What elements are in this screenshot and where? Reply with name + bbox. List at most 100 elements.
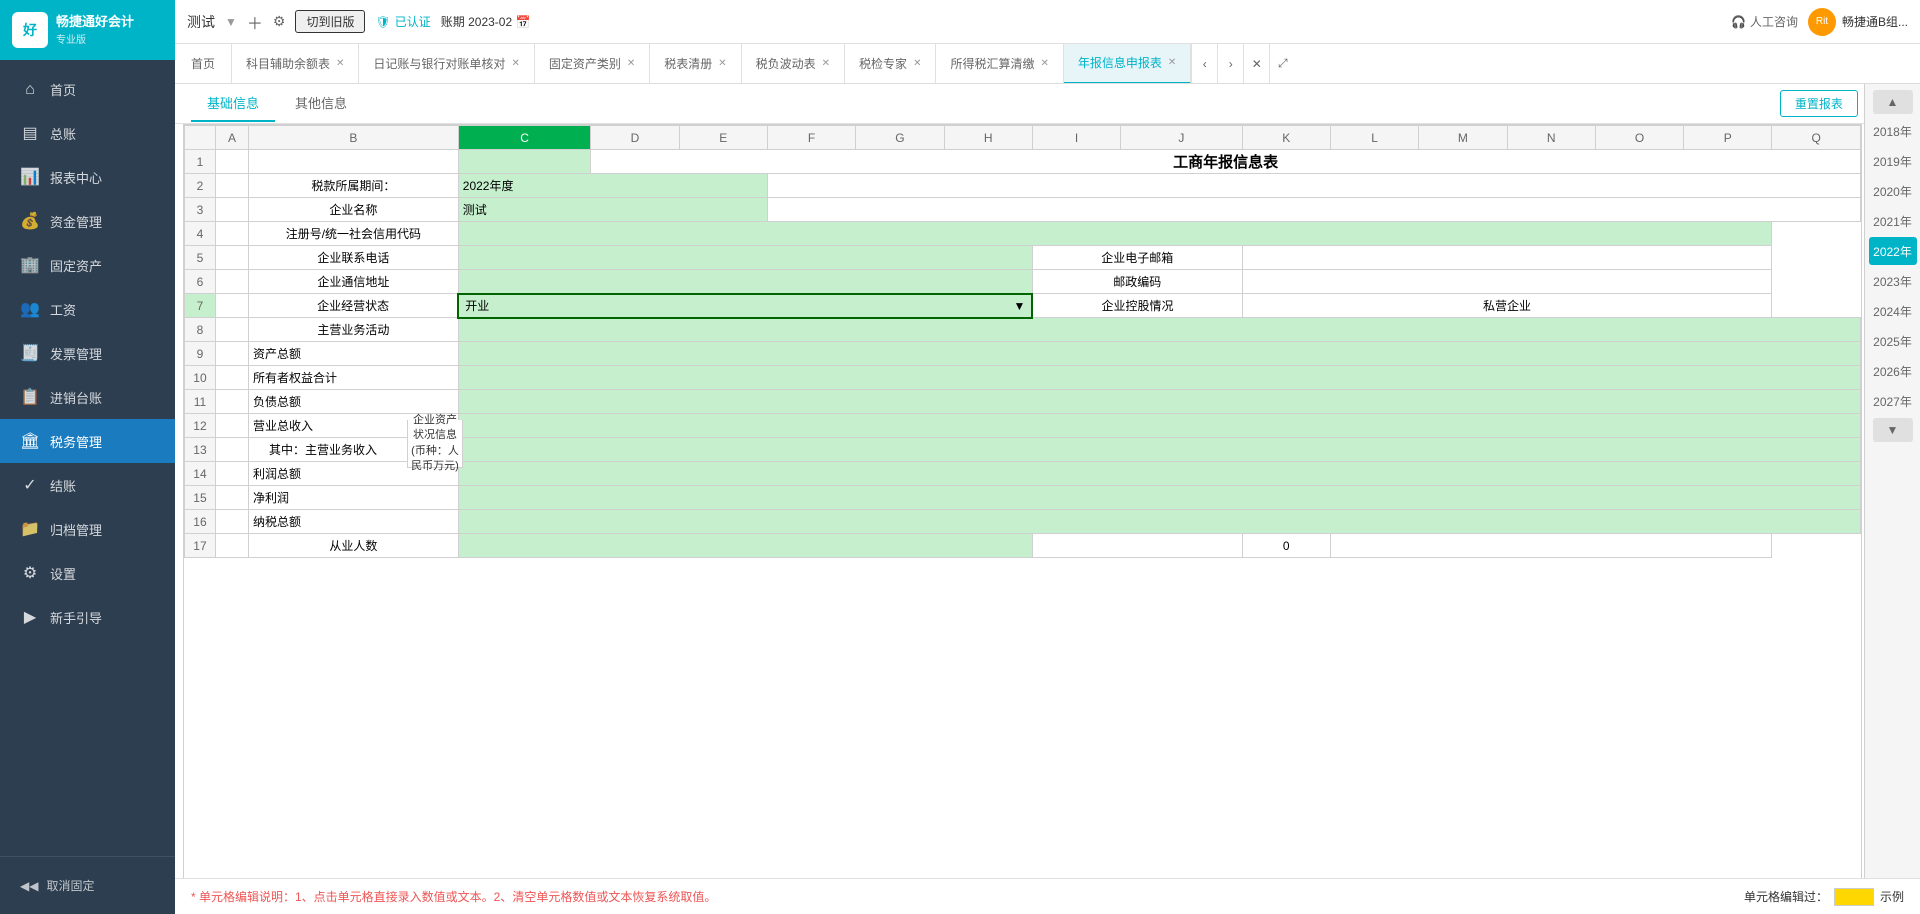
- reset-button[interactable]: 重置报表: [1780, 90, 1858, 117]
- tab-subject[interactable]: 科目辅助余额表 ✕: [232, 44, 359, 84]
- tab-prev-button[interactable]: ‹: [1191, 44, 1217, 84]
- tab-close-journal[interactable]: ✕: [511, 58, 519, 69]
- tab-annual-report[interactable]: 年报信息申报表 ✕: [1064, 44, 1191, 84]
- r17-c[interactable]: [458, 534, 1032, 558]
- year-2021[interactable]: 2021年: [1869, 207, 1917, 235]
- sidebar-item-assets[interactable]: 🏢 固定资产: [0, 243, 175, 287]
- sidebar-item-settings[interactable]: ⚙ 设置: [0, 551, 175, 595]
- bottom-bar: * 单元格编辑说明：1、点击单元格直接录入数值或文本。2、清空单元格数值或文本恢…: [175, 878, 1920, 914]
- tab-tax-list[interactable]: 税表清册 ✕: [650, 44, 741, 84]
- tab-tax-wave[interactable]: 税负波动表 ✕: [742, 44, 845, 84]
- spreadsheet-container[interactable]: A B C D E F G H I J K L M: [183, 124, 1862, 900]
- table-row: 9 资产总额: [185, 342, 1861, 366]
- r6-k[interactable]: [1242, 270, 1772, 294]
- tab-close-subject[interactable]: ✕: [336, 58, 344, 69]
- r2-c[interactable]: 2022年度: [458, 174, 767, 198]
- tab-expand-button[interactable]: ⤢: [1269, 44, 1295, 84]
- col-p-header: P: [1684, 126, 1772, 150]
- r6-a: [215, 270, 248, 294]
- dropdown-arrow-icon[interactable]: ▼: [1013, 299, 1025, 313]
- corner-cell: [185, 126, 216, 150]
- r3-c[interactable]: 测试: [458, 198, 767, 222]
- sub-tab-basic[interactable]: 基础信息: [191, 85, 275, 122]
- sidebar-item-home[interactable]: ⌂ 首页: [0, 68, 175, 111]
- row-8-num: 8: [185, 318, 216, 342]
- year-2023[interactable]: 2023年: [1869, 267, 1917, 295]
- sidebar-item-ledger[interactable]: ▤ 总账: [0, 111, 175, 155]
- r13-c[interactable]: [458, 438, 1860, 462]
- r5-c[interactable]: [458, 246, 1032, 270]
- r7-k[interactable]: 私营企业: [1242, 294, 1772, 318]
- sidebar-item-stock[interactable]: 📋 进销台账: [0, 375, 175, 419]
- year-2022[interactable]: 2022年: [1869, 237, 1917, 265]
- r12-c[interactable]: [458, 414, 1860, 438]
- r3-b: 企业名称: [249, 198, 459, 222]
- year-2018[interactable]: 2018年: [1869, 124, 1917, 145]
- tab-next-button[interactable]: ›: [1217, 44, 1243, 84]
- row-14-num: 14: [185, 462, 216, 486]
- tabbar: 首页 科目辅助余额表 ✕ 日记账与银行对账单核对 ✕ 固定资产类别 ✕ 税表清册…: [175, 44, 1920, 84]
- tab-income-tax[interactable]: 所得税汇算清缴 ✕: [936, 44, 1063, 84]
- sidebar-item-invoice[interactable]: 🧾 发票管理: [0, 331, 175, 375]
- tab-close-income-tax[interactable]: ✕: [1040, 58, 1048, 69]
- service-button[interactable]: 🎧 人工咨询: [1731, 13, 1798, 30]
- user-menu[interactable]: Rit 畅捷通B组...: [1808, 8, 1908, 36]
- year-2026[interactable]: 2026年: [1869, 357, 1917, 385]
- tab-close-all-button[interactable]: ✕: [1243, 44, 1269, 84]
- guide-icon: ▶: [20, 607, 40, 627]
- tab-journal[interactable]: 日记账与银行对账单核对 ✕: [359, 44, 534, 84]
- r9-c[interactable]: [458, 342, 1860, 366]
- logo-icon: 好: [12, 12, 48, 48]
- gear-icon[interactable]: ⚙: [273, 13, 286, 30]
- period-label: 账期 2023-02 📅: [441, 13, 531, 30]
- tab-income-tax-label: 所得税汇算清缴: [950, 55, 1034, 72]
- r5-k[interactable]: [1242, 246, 1772, 270]
- year-2019[interactable]: 2019年: [1869, 147, 1917, 175]
- r14-c[interactable]: [458, 462, 1860, 486]
- r16-c[interactable]: [458, 510, 1860, 534]
- old-version-button[interactable]: 切到旧版: [295, 10, 365, 33]
- tab-fixed-asset[interactable]: 固定资产类别 ✕: [535, 44, 650, 84]
- r15-c[interactable]: [458, 486, 1860, 510]
- add-button[interactable]: ＋: [247, 10, 263, 34]
- sidebar-item-archive[interactable]: 📁 归档管理: [0, 507, 175, 551]
- r17-k[interactable]: 0: [1242, 534, 1330, 558]
- tab-close-annual-report[interactable]: ✕: [1168, 57, 1176, 68]
- year-2027[interactable]: 2027年: [1869, 387, 1917, 415]
- sidebar-item-tax[interactable]: 🏛 税务管理: [0, 419, 175, 463]
- tab-tax-check[interactable]: 税检专家 ✕: [845, 44, 936, 84]
- col-n-header: N: [1507, 126, 1595, 150]
- r7-c[interactable]: 开业 ▼: [458, 294, 1032, 318]
- collapse-button[interactable]: ◀◀ 取消固定: [0, 867, 175, 904]
- r4-c[interactable]: [458, 222, 1772, 246]
- year-2020[interactable]: 2020年: [1869, 177, 1917, 205]
- r13-a: [215, 438, 248, 462]
- sidebar-item-salary[interactable]: 👥 工资: [0, 287, 175, 331]
- tab-close-fixed-asset[interactable]: ✕: [627, 58, 635, 69]
- tab-close-tax-list[interactable]: ✕: [718, 58, 726, 69]
- r8-c[interactable]: [458, 318, 1860, 342]
- sidebar-item-guide[interactable]: ▶ 新手引导: [0, 595, 175, 639]
- asset-info-merged-cell: 企业资产状况信息(币种：人民币万元): [407, 420, 463, 468]
- app-title: 畅捷通好会计: [56, 14, 134, 31]
- sidebar-item-close[interactable]: ✓ 结账: [0, 463, 175, 507]
- sidebar-item-reports[interactable]: 📊 报表中心: [0, 155, 175, 199]
- r10-b: 所有者权益合计: [249, 366, 459, 390]
- dropdown-arrow-icon[interactable]: ▼: [225, 15, 237, 29]
- row-5-num: 5: [185, 246, 216, 270]
- r11-c[interactable]: [458, 390, 1860, 414]
- row-10-num: 10: [185, 366, 216, 390]
- sub-tab-other[interactable]: 其他信息: [279, 85, 363, 122]
- year-2025[interactable]: 2025年: [1869, 327, 1917, 355]
- r6-c[interactable]: [458, 270, 1032, 294]
- col-f-header: F: [767, 126, 855, 150]
- calendar-icon[interactable]: 📅: [515, 15, 530, 29]
- tab-home[interactable]: 首页: [175, 44, 232, 84]
- tab-close-tax-wave[interactable]: ✕: [822, 58, 830, 69]
- app-subtitle: 专业版: [56, 31, 134, 46]
- year-scroll-down-button[interactable]: ▼: [1873, 418, 1913, 442]
- year-2024[interactable]: 2024年: [1869, 297, 1917, 325]
- r10-c[interactable]: [458, 366, 1860, 390]
- sidebar-item-funds[interactable]: 💰 资金管理: [0, 199, 175, 243]
- tab-close-tax-check[interactable]: ✕: [913, 58, 921, 69]
